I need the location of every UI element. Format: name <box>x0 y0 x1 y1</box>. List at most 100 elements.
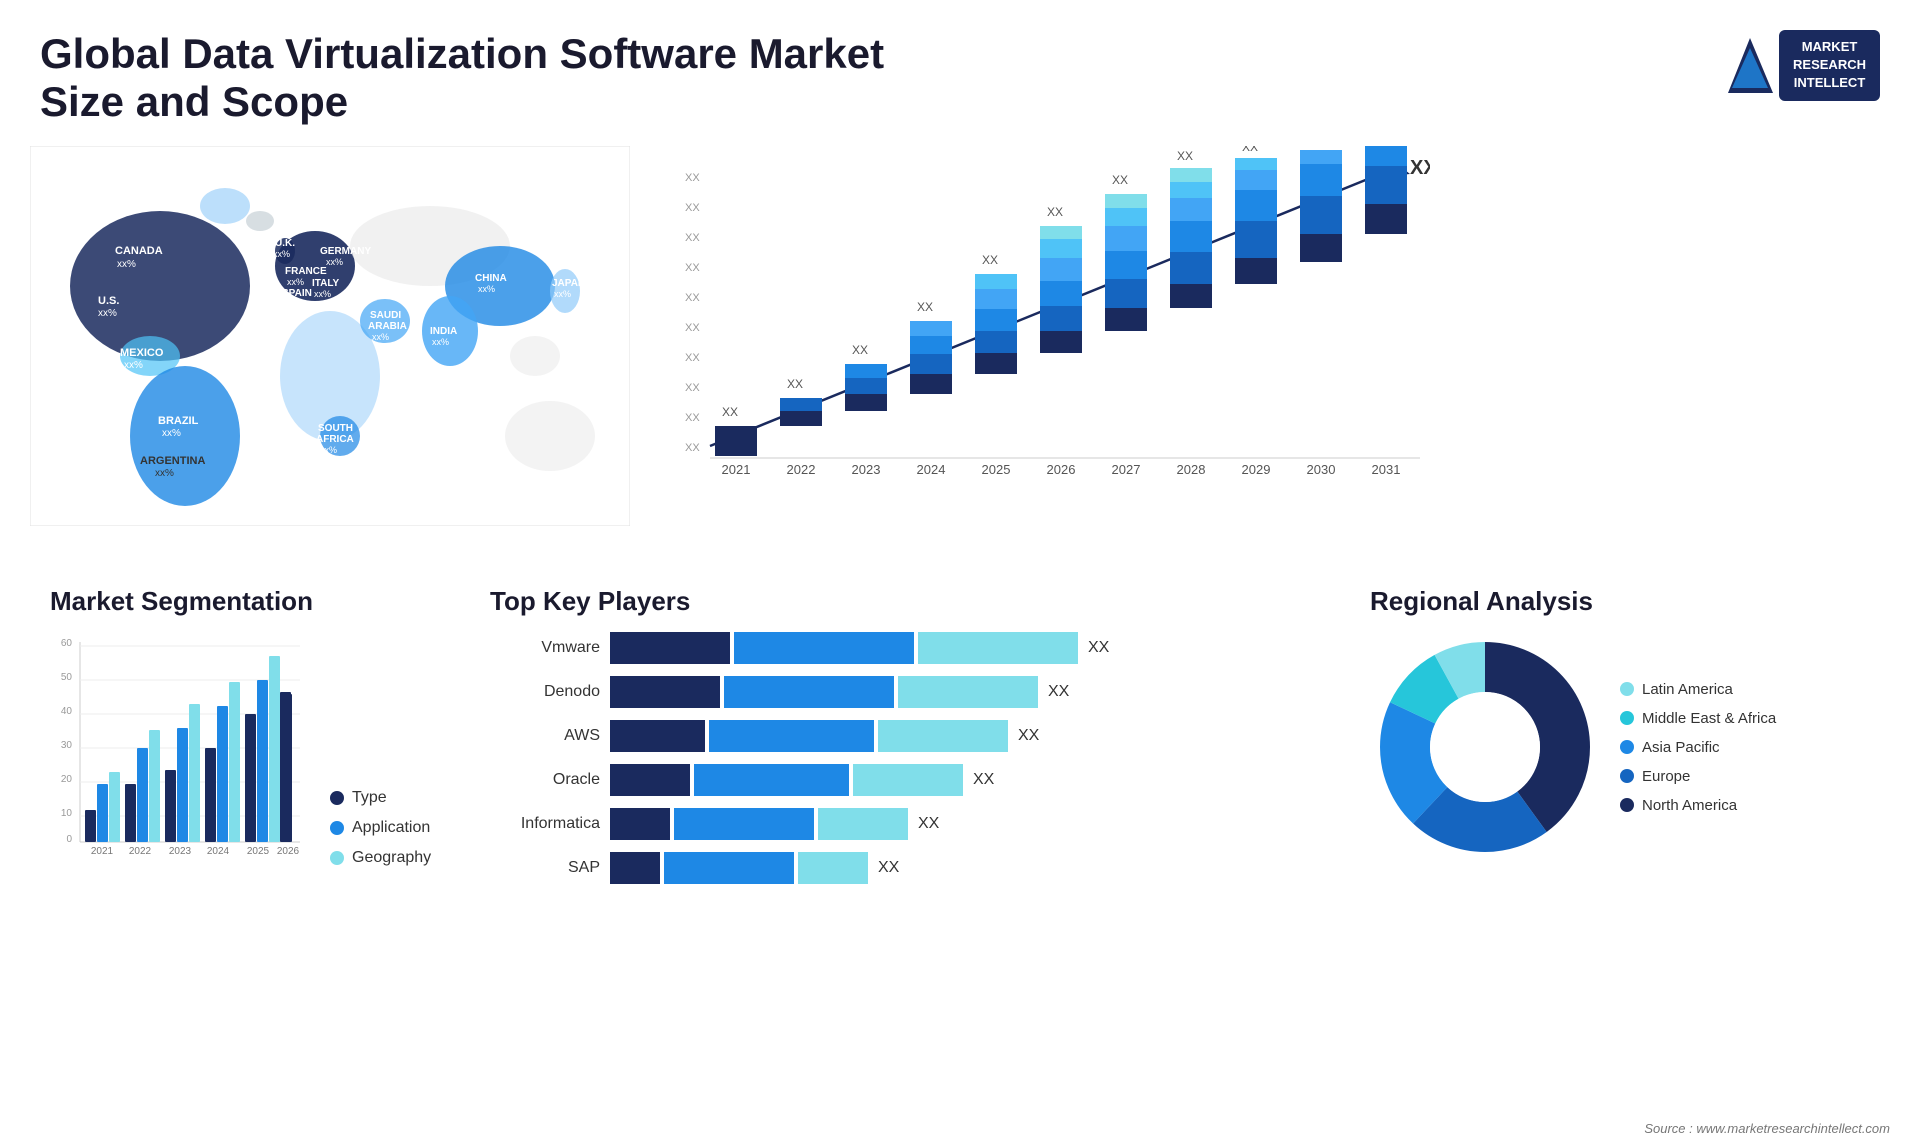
page-title: Global Data Virtualization Software Mark… <box>40 30 940 126</box>
svg-text:XX: XX <box>1242 146 1258 154</box>
svg-text:2027: 2027 <box>1112 462 1141 477</box>
segmentation-title: Market Segmentation <box>50 586 450 617</box>
player-bar-vmware: XX <box>610 632 1109 664</box>
svg-text:2024: 2024 <box>917 462 946 477</box>
bar-seg-light <box>853 764 963 796</box>
player-name: Informatica <box>490 815 600 833</box>
svg-text:2022: 2022 <box>787 462 816 477</box>
bar-seg-dark <box>610 632 730 664</box>
player-value: XX <box>1048 683 1069 701</box>
svg-text:xx%: xx% <box>284 299 301 309</box>
svg-text:20: 20 <box>61 774 73 785</box>
bar-seg-dark <box>610 808 670 840</box>
svg-text:XX: XX <box>1112 173 1128 187</box>
player-name: Vmware <box>490 639 600 657</box>
legend-geography: Geography <box>330 849 431 867</box>
svg-text:2021: 2021 <box>722 462 751 477</box>
player-name: Denodo <box>490 683 600 701</box>
svg-text:JAPAN: JAPAN <box>552 278 585 289</box>
svg-text:2029: 2029 <box>1242 462 1271 477</box>
svg-text:XX: XX <box>852 343 868 357</box>
bar-seg-mid <box>709 720 874 752</box>
player-row: Informatica XX <box>490 808 1330 840</box>
europe-dot <box>1620 769 1634 783</box>
svg-text:xx%: xx% <box>314 289 331 299</box>
svg-text:XX: XX <box>917 300 933 314</box>
svg-text:XX: XX <box>722 405 738 419</box>
svg-text:60: 60 <box>61 638 73 649</box>
svg-text:xx%: xx% <box>117 259 136 270</box>
svg-text:2023: 2023 <box>852 462 881 477</box>
player-value: XX <box>1088 639 1109 657</box>
geography-dot <box>330 851 344 865</box>
svg-text:CHINA: CHINA <box>475 273 507 284</box>
svg-text:xx%: xx% <box>287 277 304 287</box>
svg-text:xx%: xx% <box>155 468 174 479</box>
player-bar-aws: XX <box>610 720 1039 752</box>
page-header: Global Data Virtualization Software Mark… <box>0 0 1920 136</box>
svg-text:CANADA: CANADA <box>115 245 163 257</box>
svg-text:50: 50 <box>61 672 73 683</box>
player-bar-oracle: XX <box>610 764 994 796</box>
bar-seg-dark <box>610 720 705 752</box>
map-container: CANADA xx% U.S. xx% MEXICO xx% BRAZIL xx… <box>30 146 630 526</box>
bar-chart-svg: XX XX XX XX XX XX XX XX XX XX XX XX <box>680 146 1430 486</box>
bar-seg-light <box>898 676 1038 708</box>
svg-text:2024: 2024 <box>207 846 230 857</box>
svg-text:2021: 2021 <box>91 846 114 857</box>
svg-text:XX: XX <box>685 172 700 184</box>
regional-section: Regional Analysis <box>1360 576 1880 894</box>
bar-seg-dark <box>610 852 660 884</box>
player-bar-sap: XX <box>610 852 899 884</box>
player-bar-informatica: XX <box>610 808 939 840</box>
player-value: XX <box>1018 727 1039 745</box>
logo-icon <box>1728 38 1773 93</box>
legend-north-america: North America <box>1620 797 1776 814</box>
bar-seg-light <box>798 852 868 884</box>
bar-seg-mid <box>674 808 814 840</box>
segmentation-section: Market Segmentation 60 50 40 30 20 10 <box>40 576 460 894</box>
north-america-dot <box>1620 798 1634 812</box>
regional-content: Latin America Middle East & Africa Asia … <box>1370 632 1870 862</box>
world-map-svg: CANADA xx% U.S. xx% MEXICO xx% BRAZIL xx… <box>30 146 630 526</box>
player-row: Vmware XX <box>490 632 1330 664</box>
svg-text:xx%: xx% <box>320 445 337 455</box>
svg-text:XX: XX <box>685 202 700 214</box>
bar-seg-mid <box>724 676 894 708</box>
logo-text: MARKET RESEARCH INTELLECT <box>1779 30 1880 101</box>
svg-text:xx%: xx% <box>98 308 117 319</box>
svg-text:U.K.: U.K. <box>275 238 295 249</box>
legend-application: Application <box>330 819 431 837</box>
player-name: SAP <box>490 859 600 877</box>
player-row: AWS XX <box>490 720 1330 752</box>
svg-text:2031: 2031 <box>1372 462 1401 477</box>
svg-text:ARGENTINA: ARGENTINA <box>140 455 205 467</box>
logo: MARKET RESEARCH INTELLECT <box>1728 30 1880 101</box>
svg-text:xx%: xx% <box>432 337 449 347</box>
mea-dot <box>1620 711 1634 725</box>
donut-svg <box>1370 632 1600 862</box>
latin-america-dot <box>1620 682 1634 696</box>
player-name: AWS <box>490 727 600 745</box>
svg-text:xx%: xx% <box>554 289 571 299</box>
svg-text:2030: 2030 <box>1307 462 1336 477</box>
player-value: XX <box>878 859 899 877</box>
svg-text:FRANCE: FRANCE <box>285 266 327 277</box>
asia-pacific-dot <box>1620 740 1634 754</box>
legend-europe: Europe <box>1620 768 1776 785</box>
players-title: Top Key Players <box>490 586 1330 617</box>
svg-text:XX: XX <box>1047 205 1063 219</box>
source-text: Source : www.marketresearchintellect.com <box>1644 1121 1890 1136</box>
bar-seg-dark <box>610 764 690 796</box>
bar-chart-section: XX XX XX XX XX XX XX XX XX XX XX XX <box>650 136 1900 556</box>
bottom-sections: Market Segmentation 60 50 40 30 20 10 <box>20 566 1900 904</box>
seg-legend: Type Application Geography <box>320 789 431 867</box>
svg-text:INDIA: INDIA <box>430 326 457 337</box>
type-dot <box>330 791 344 805</box>
svg-text:XX: XX <box>982 253 998 267</box>
svg-text:xx%: xx% <box>372 332 389 342</box>
svg-text:XX: XX <box>685 352 700 364</box>
svg-text:U.S.: U.S. <box>98 295 119 307</box>
svg-text:AFRICA: AFRICA <box>316 434 354 445</box>
svg-text:GERMANY: GERMANY <box>320 246 371 257</box>
